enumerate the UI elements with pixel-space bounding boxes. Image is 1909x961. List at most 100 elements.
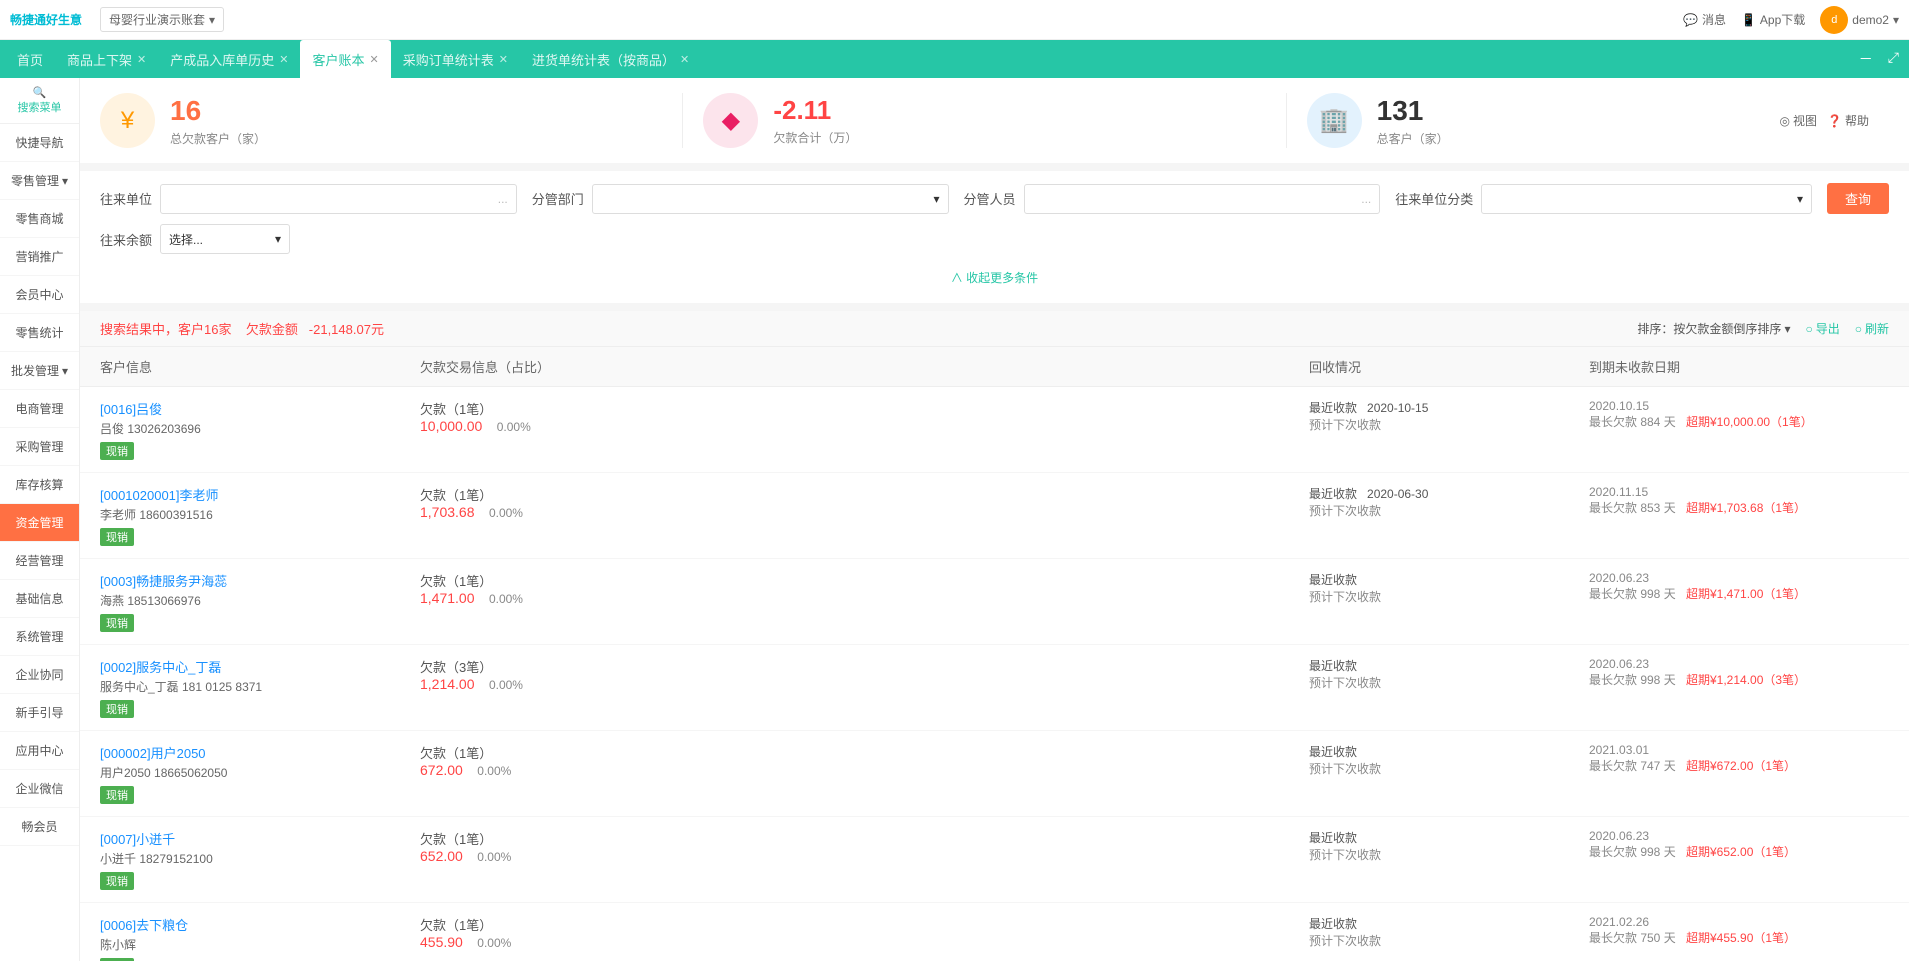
- sidebar-item-purchase-mgmt[interactable]: 采购管理: [0, 428, 79, 466]
- collapse-row[interactable]: ∧ 收起更多条件: [100, 264, 1889, 291]
- repay-cell-1: 最近收款 2020-06-30 预计下次收款: [1309, 485, 1589, 519]
- search-icon: 🔍: [5, 86, 74, 99]
- sidebar-item-marketing[interactable]: 营销推广: [0, 238, 79, 276]
- tab-purchase-order[interactable]: 采购订单统计表 ✕: [391, 40, 520, 78]
- overdue-amount-0[interactable]: 超期¥10,000.00（1笔）: [1686, 415, 1813, 429]
- debt-cell-6: 欠款（1笔） 455.90 0.00%: [420, 915, 1309, 950]
- view-btn[interactable]: ◎ 视图: [1780, 112, 1818, 129]
- overdue-amount-1[interactable]: 超期¥1,703.68（1笔）: [1686, 501, 1806, 515]
- store-selector[interactable]: 母婴行业演示账套 ▾: [100, 7, 224, 32]
- user-menu[interactable]: d demo2 ▾: [1820, 6, 1899, 34]
- customer-name-5[interactable]: [0007]小迸千: [100, 829, 420, 848]
- sidebar-item-retail-mall[interactable]: 零售商城: [0, 200, 79, 238]
- tab-production[interactable]: 产成品入库单历史 ✕: [158, 40, 300, 78]
- sidebar-search[interactable]: 🔍 搜索菜单: [0, 78, 79, 124]
- customer-tag-1: 现销: [100, 528, 134, 546]
- tab-customer-account-close[interactable]: ✕: [370, 53, 379, 66]
- overdue-info-5: 最长欠款 998 天 超期¥652.00（1笔）: [1589, 843, 1889, 860]
- chevron-down-icon: ▾: [1893, 13, 1899, 27]
- tab-minimize-btn[interactable]: －: [1854, 49, 1878, 69]
- tab-maximize-btn[interactable]: ⤢: [1883, 49, 1904, 69]
- sidebar-item-basic-info[interactable]: 基础信息: [0, 580, 79, 618]
- app-download-btn[interactable]: 📱 App下载: [1741, 11, 1805, 28]
- customer-cell-4: [000002]用户2050 用户2050 18665062050 现销: [100, 743, 420, 804]
- unit-category-select[interactable]: ▾: [1481, 184, 1812, 214]
- debt-count-3: 欠款（3笔）: [420, 657, 1309, 676]
- help-btn[interactable]: ❓ 帮助: [1827, 112, 1869, 129]
- due-date-1: 2020.11.15: [1589, 485, 1889, 499]
- debt-row-3: 1,214.00 0.00%: [420, 676, 1309, 692]
- sidebar-item-app-center[interactable]: 应用中心: [0, 732, 79, 770]
- tab-production-close[interactable]: ✕: [279, 53, 288, 66]
- tab-products[interactable]: 商品上下架 ✕: [55, 40, 158, 78]
- overdue-amount-3[interactable]: 超期¥1,214.00（3笔）: [1686, 673, 1806, 687]
- next-repay-5: 预计下次收款: [1309, 846, 1589, 863]
- result-info: 搜索结果中，客户16家 欠款金额 -21,148.07元: [100, 319, 384, 338]
- sidebar-item-system-mgmt[interactable]: 系统管理: [0, 618, 79, 656]
- message-btn[interactable]: 💬 消息: [1683, 11, 1726, 28]
- stat-debt-amount: ◆ -2.11 欠款合计（万）: [683, 93, 1286, 148]
- sidebar-item-member-center[interactable]: 会员中心: [0, 276, 79, 314]
- overdue-cell-3: 2020.06.23 最长欠款 998 天 超期¥1,214.00（3笔）: [1589, 657, 1889, 688]
- sidebar-item-enterprise-coop[interactable]: 企业协同: [0, 656, 79, 694]
- customer-name-1[interactable]: [0001020001]李老师: [100, 485, 420, 504]
- sidebar-item-finance[interactable]: 资金管理: [0, 504, 79, 542]
- manager-input[interactable]: ...: [1024, 184, 1381, 214]
- sidebar-item-quick-nav[interactable]: 快捷导航: [0, 124, 79, 162]
- sidebar-item-ops-mgmt[interactable]: 经营管理: [0, 542, 79, 580]
- sidebar-item-ecommerce[interactable]: 电商管理: [0, 390, 79, 428]
- balance-placeholder: 选择...: [169, 231, 203, 248]
- result-sort[interactable]: 排序：按欠款金额倒序排序 ▾: [1637, 320, 1790, 337]
- sidebar-item-enterprise-wechat[interactable]: 企业微信: [0, 770, 79, 808]
- dept-select[interactable]: ▾: [592, 184, 949, 214]
- sidebar-member-vip-label: 畅会员: [21, 820, 57, 834]
- source-unit-input[interactable]: ...: [160, 184, 517, 214]
- due-date-2: 2020.06.23: [1589, 571, 1889, 585]
- export-btn[interactable]: ○ 导出: [1805, 320, 1839, 337]
- tab-home[interactable]: 首页: [5, 40, 55, 78]
- overdue-days-4: 最长欠款 747 天: [1589, 759, 1682, 773]
- chevron-down-icon: ▾: [209, 13, 215, 27]
- overdue-amount-2[interactable]: 超期¥1,471.00（1笔）: [1686, 587, 1806, 601]
- col-repay-header: 回收情况: [1309, 357, 1589, 376]
- chevron-down-icon: ▾: [1784, 322, 1790, 336]
- repay-row-0: 最近收款 2020-10-15: [1309, 399, 1589, 416]
- repay-row-1: 最近收款 2020-06-30: [1309, 485, 1589, 502]
- sidebar-item-retail-mgmt[interactable]: 零售管理 ▾: [0, 162, 79, 200]
- customer-name-4[interactable]: [000002]用户2050: [100, 743, 420, 762]
- sidebar-item-new-guide[interactable]: 新手引导: [0, 694, 79, 732]
- collapse-icon: ∧: [951, 271, 966, 285]
- sidebar-marketing-label: 营销推广: [15, 250, 63, 264]
- overdue-amount-6[interactable]: 超期¥455.90（1笔）: [1686, 931, 1796, 945]
- customer-name-3[interactable]: [0002]服务中心_丁磊: [100, 657, 420, 676]
- query-button[interactable]: 查询: [1827, 183, 1889, 214]
- tab-inbound-stats-close[interactable]: ✕: [680, 53, 689, 66]
- sidebar-purchase-mgmt-label: 采购管理: [15, 440, 63, 454]
- view-label: 视图: [1793, 112, 1817, 129]
- customer-name-0[interactable]: [0016]吕俊: [100, 399, 420, 418]
- balance-select[interactable]: 选择... ▾: [160, 224, 290, 254]
- table-header: 客户信息 欠款交易信息（占比） 回收情况 到期未收款日期: [80, 347, 1909, 387]
- customer-name-2[interactable]: [0003]畅捷服务尹海蕊: [100, 571, 420, 590]
- sidebar: 🔍 搜索菜单 快捷导航 零售管理 ▾ 零售商城 营销推广 会员中心 零售统计 批…: [0, 78, 80, 961]
- overdue-amount-5[interactable]: 超期¥652.00（1笔）: [1686, 845, 1796, 859]
- chevron-down-icon: ▾: [62, 174, 68, 188]
- sidebar-item-member-vip[interactable]: 畅会员: [0, 808, 79, 846]
- tab-customer-account[interactable]: 客户账本 ✕: [300, 40, 390, 78]
- tab-purchase-order-close[interactable]: ✕: [499, 53, 508, 66]
- overdue-days-3: 最长欠款 998 天: [1589, 673, 1682, 687]
- debt-count-0: 欠款（1笔）: [420, 399, 1309, 418]
- tab-inbound-stats[interactable]: 进货单统计表（按商品） ✕: [520, 40, 701, 78]
- sidebar-item-retail-stats[interactable]: 零售统计: [0, 314, 79, 352]
- refresh-btn[interactable]: ○ 刷新: [1855, 320, 1889, 337]
- overdue-amount-4[interactable]: 超期¥672.00（1笔）: [1686, 759, 1796, 773]
- next-repay-3: 预计下次收款: [1309, 674, 1589, 691]
- sidebar-item-batch-mgmt[interactable]: 批发管理 ▾: [0, 352, 79, 390]
- customer-tag-4: 现销: [100, 786, 134, 804]
- filter-group-dept: 分管部门 ▾: [532, 184, 949, 214]
- last-repay-label-0: 最近收款: [1309, 399, 1357, 416]
- customer-name-6[interactable]: [0006]去下粮仓: [100, 915, 420, 934]
- sidebar-item-inventory[interactable]: 库存核算: [0, 466, 79, 504]
- tab-products-close[interactable]: ✕: [137, 53, 146, 66]
- due-date-3: 2020.06.23: [1589, 657, 1889, 671]
